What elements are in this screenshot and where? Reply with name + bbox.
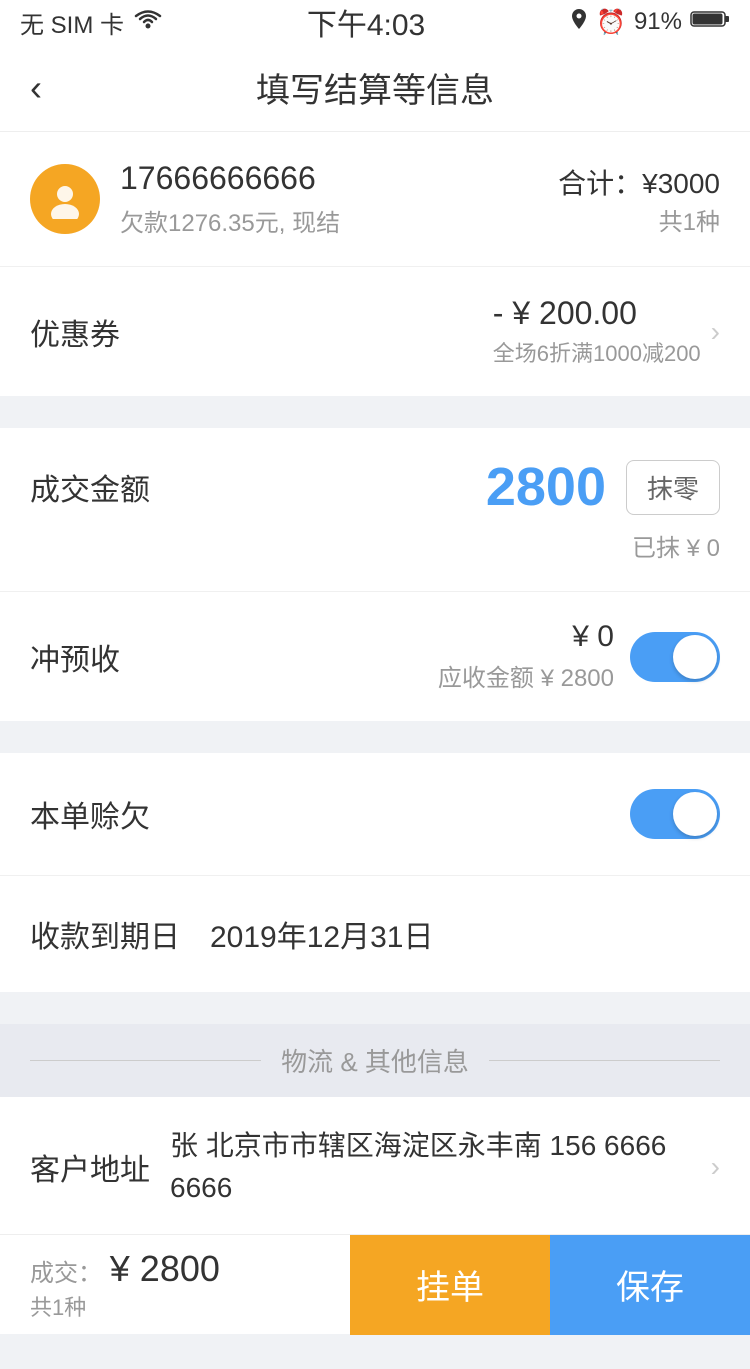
- section-divider-3: [0, 1008, 750, 1024]
- logistics-line-right: [489, 1060, 720, 1061]
- prepay-right: ¥ 0 应收金额 ¥ 2800: [438, 620, 720, 693]
- credit-toggle-knob: [673, 792, 717, 836]
- pending-button[interactable]: 挂单: [350, 1235, 550, 1335]
- customer-debt: 欠款1276.35元, 现结: [120, 203, 340, 238]
- address-value: 张 北京市市辖区海淀区永丰南 156 6666 6666: [150, 1125, 711, 1209]
- bottom-deal-label: 成交：: [30, 1260, 102, 1287]
- address-card: 客户地址 张 北京市市辖区海淀区永丰南 156 6666 6666 ›: [0, 1097, 750, 1237]
- coupon-desc: 全场6折满1000减200: [493, 336, 701, 368]
- bottom-deal-row: 成交： ¥ 2800: [30, 1248, 320, 1290]
- amount-label: 成交金额: [30, 465, 150, 509]
- credit-toggle[interactable]: [630, 789, 720, 839]
- amount-value-group: 2800 抹零: [486, 456, 720, 518]
- address-label: 客户地址: [30, 1145, 150, 1189]
- coupon-row[interactable]: 优惠券 - ¥ 200.00 全场6折满1000减200 ›: [0, 266, 750, 396]
- credit-row: 本单赊欠: [0, 753, 750, 875]
- save-button[interactable]: 保存: [550, 1235, 750, 1335]
- customer-card: 17666666666 欠款1276.35元, 现结 合计：¥3000 共1种 …: [0, 132, 750, 396]
- wifi-icon: [134, 8, 162, 36]
- back-button[interactable]: ‹: [30, 67, 42, 109]
- due-date-value: 2019年12月31日: [210, 912, 433, 956]
- amount-card: 成交金额 2800 抹零 已抹 ¥ 0 冲预收 ¥ 0 应收金额 ¥ 2800: [0, 428, 750, 721]
- bottom-info: 成交： ¥ 2800 共1种: [0, 1248, 350, 1322]
- customer-phone: 17666666666: [120, 160, 340, 197]
- coupon-right: - ¥ 200.00 全场6折满1000减200 ›: [493, 295, 720, 368]
- status-bar: 无 SIM 卡 下午4:03 ⏰ 91%: [0, 0, 750, 44]
- amount-number: 2800: [486, 456, 606, 518]
- amount-sub: 已抹 ¥ 0: [30, 528, 720, 563]
- prepay-row: 冲预收 ¥ 0 应收金额 ¥ 2800: [0, 591, 750, 721]
- round-button[interactable]: 抹零: [626, 460, 720, 515]
- battery-text: 91%: [634, 8, 682, 36]
- amount-section: 成交金额 2800 抹零 已抹 ¥ 0: [0, 428, 750, 591]
- customer-left: 17666666666 欠款1276.35元, 现结: [30, 160, 340, 238]
- credit-card: 本单赊欠 收款到期日 2019年12月31日: [0, 753, 750, 992]
- total-count: 共1种: [558, 202, 720, 237]
- logistics-line-left: [30, 1060, 261, 1061]
- status-right: ⏰ 91%: [570, 8, 730, 37]
- clock-icon: ⏰: [596, 8, 626, 37]
- amount-row: 成交金额 2800 抹零: [30, 456, 720, 518]
- sim-text: 无 SIM 卡: [20, 5, 124, 40]
- nav-bar: ‹ 填写结算等信息: [0, 44, 750, 132]
- logistics-divider: 物流 & 其他信息: [0, 1024, 750, 1097]
- coupon-info: - ¥ 200.00 全场6折满1000减200: [493, 295, 701, 368]
- address-row[interactable]: 客户地址 张 北京市市辖区海淀区永丰南 156 6666 6666 ›: [0, 1097, 750, 1237]
- location-icon: [570, 8, 588, 37]
- coupon-discount: - ¥ 200.00: [493, 295, 701, 332]
- prepay-amount: ¥ 0 应收金额 ¥ 2800: [438, 620, 614, 693]
- battery-icon: [690, 8, 730, 36]
- avatar: [30, 164, 100, 234]
- total-label: 合计：: [558, 168, 642, 199]
- customer-total: 合计：¥3000 共1种: [558, 162, 720, 237]
- due-date-label: 收款到期日: [30, 912, 180, 956]
- total-label-amount: 合计：¥3000: [558, 162, 720, 202]
- customer-row: 17666666666 欠款1276.35元, 现结 合计：¥3000 共1种: [0, 132, 750, 266]
- coupon-chevron-icon: ›: [711, 316, 720, 348]
- due-date-row: 收款到期日 2019年12月31日: [0, 875, 750, 992]
- bottom-deal-count: 共1种: [30, 1290, 320, 1322]
- page-title: 填写结算等信息: [256, 63, 494, 112]
- prepay-value: ¥ 0: [438, 620, 614, 654]
- section-divider-2: [0, 737, 750, 753]
- address-chevron-icon: ›: [711, 1151, 720, 1183]
- total-amount: ¥3000: [642, 168, 720, 199]
- prepay-sub: 应收金额 ¥ 2800: [438, 658, 614, 693]
- section-divider-1: [0, 412, 750, 428]
- prepay-toggle[interactable]: [630, 632, 720, 682]
- customer-info: 17666666666 欠款1276.35元, 现结: [120, 160, 340, 238]
- logistics-text: 物流 & 其他信息: [281, 1042, 469, 1079]
- prepay-toggle-knob: [673, 635, 717, 679]
- bottom-deal-amount: ¥ 2800: [110, 1248, 220, 1289]
- bottom-bar: 成交： ¥ 2800 共1种 挂单 保存: [0, 1234, 750, 1334]
- prepay-label: 冲预收: [30, 635, 120, 679]
- status-left: 无 SIM 卡: [20, 5, 162, 40]
- coupon-label: 优惠券: [30, 310, 120, 354]
- credit-label: 本单赊欠: [30, 792, 150, 836]
- status-time: 下午4:03: [307, 0, 425, 44]
